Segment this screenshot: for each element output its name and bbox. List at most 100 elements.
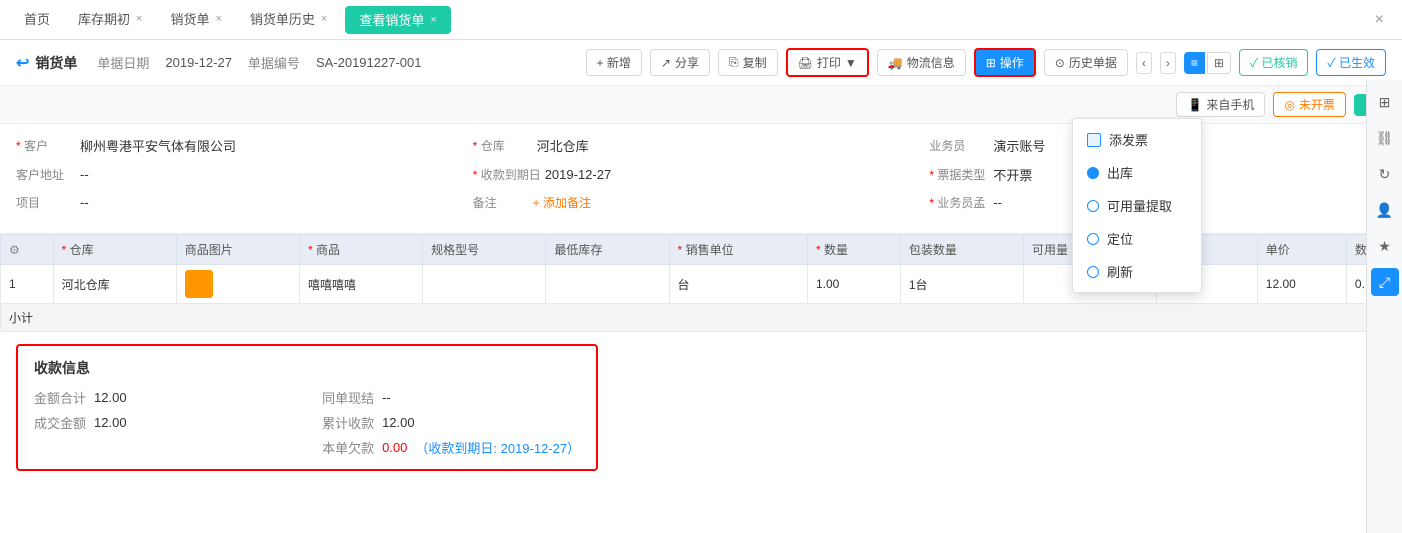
staff2-value: -- (993, 195, 1002, 210)
total-amount-label: 金额合计 (34, 388, 86, 407)
cell-qty: 1.00 (807, 265, 900, 304)
deal-amount-row: 成交金额 12.00 (34, 413, 292, 432)
sold-button[interactable]: ✓ 已核销 (1239, 49, 1309, 76)
customer-value: 柳州粤港平安气体有限公司 (80, 136, 236, 155)
refresh-label: 刷新 (1107, 262, 1133, 281)
sidebar-link-icon[interactable]: ⛓ (1371, 124, 1399, 152)
cell-min-stock (546, 265, 669, 304)
balance-note: （收款到期日: 2019-12-27） (415, 438, 580, 457)
close-tab-sales[interactable]: × (215, 13, 221, 25)
project-value: -- (80, 195, 89, 210)
close-tab-view-sales[interactable]: × (430, 14, 436, 26)
tab-home[interactable]: 首页 (10, 0, 64, 40)
cell-spec (423, 265, 546, 304)
view-grid-btn[interactable]: ⊞ (1207, 52, 1231, 74)
from-phone-btn[interactable]: 📱 来自手机 (1176, 92, 1265, 117)
tab-sales[interactable]: 销货单 × (156, 0, 235, 40)
gear-icon[interactable]: ⚙ (9, 243, 20, 257)
close-tab-inventory[interactable]: × (136, 13, 142, 25)
right-sidebar: ⊞ ⛓ ↻ 👤 ★ ⤢ (1366, 80, 1402, 533)
grid-icon: ⊞ (986, 56, 996, 70)
balance-value: 0.00 (382, 440, 407, 455)
history-icon: ⊙ (1055, 56, 1065, 70)
cell-index: 1 (1, 265, 54, 304)
payment-title: 收款信息 (34, 358, 580, 378)
menu-refresh[interactable]: 刷新 (1073, 255, 1201, 288)
view-toggle: ≡ ⊞ (1184, 52, 1231, 74)
ticket-type-label: 票据类型 (929, 166, 989, 183)
nav-prev[interactable]: ‹ (1136, 52, 1152, 74)
doc-meta: 单据日期 2019-12-27 单据编号 SA-20191227-001 (97, 53, 421, 72)
history-button[interactable]: ⊙ 历史单据 (1044, 49, 1128, 76)
same-order-label: 同单现结 (322, 388, 374, 407)
col-warehouse: 仓库 (53, 235, 176, 265)
menu-locate[interactable]: 定位 (1073, 222, 1201, 255)
cumulative-label: 累计收款 (322, 413, 374, 432)
doc-header: ↩ 销货单 单据日期 2019-12-27 单据编号 SA-20191227-0… (0, 40, 1402, 86)
menu-qty-extract[interactable]: 可用量提取 (1073, 189, 1201, 222)
locate-label: 定位 (1107, 229, 1133, 248)
ticket-icon: ◎ (1284, 98, 1294, 112)
subtotal-row: 小计 (1, 304, 1402, 332)
no-label: 单据编号 (248, 53, 300, 72)
tab-sales-history[interactable]: 销货单历史 × (236, 0, 341, 40)
customer-field: 客户 柳州粤港平安气体有限公司 (16, 136, 473, 155)
nav-next[interactable]: › (1160, 52, 1176, 74)
add-invoice-icon (1087, 133, 1101, 147)
deal-amount-label: 成交金额 (34, 413, 86, 432)
phone-icon: 📱 (1187, 98, 1202, 112)
balance-label: 本单欠款 (322, 438, 374, 457)
sidebar-layout-icon[interactable]: ⊞ (1371, 88, 1399, 116)
not-open-btn[interactable]: ◎ 未开票 (1273, 92, 1346, 117)
date-label: 单据日期 (97, 53, 149, 72)
close-all-tabs[interactable]: × (1367, 11, 1392, 29)
sidebar-expand-icon[interactable]: ⤢ (1371, 268, 1399, 296)
operation-button[interactable]: ⊞ 操作 (974, 48, 1036, 77)
tab-inventory[interactable]: 库存期初 × (64, 0, 156, 40)
doc-title-text: 销货单 (35, 53, 77, 73)
total-amount-value: 12.00 (94, 390, 127, 405)
add-note-btn[interactable]: + 添加备注 (533, 194, 591, 211)
col-product: 商品 (299, 235, 422, 265)
view-list-btn[interactable]: ≡ (1184, 52, 1205, 74)
tab-view-sales[interactable]: 查看销货单 × (345, 6, 450, 34)
menu-add-invoice[interactable]: 添发票 (1073, 123, 1201, 156)
share-button[interactable]: ↗ 分享 (650, 49, 710, 76)
sidebar-star-icon[interactable]: ★ (1371, 232, 1399, 260)
project-label: 项目 (16, 194, 76, 211)
locate-icon (1087, 233, 1099, 245)
share-icon: ↗ (661, 56, 671, 70)
refresh-icon (1087, 266, 1099, 278)
copy-icon: ⎘ (729, 55, 739, 70)
cell-image (176, 265, 299, 304)
project-field: 项目 -- (16, 194, 473, 211)
same-order-row: 同单现结 -- (322, 388, 580, 407)
col-unit: 销售单位 (669, 235, 807, 265)
warehouse-label: 仓库 (473, 137, 533, 154)
menu-outbound[interactable]: 出库 (1073, 156, 1201, 189)
truck-icon: 🚚 (888, 56, 903, 70)
new-button[interactable]: + 新增 (586, 49, 642, 76)
sidebar-rotate-icon[interactable]: ↻ (1371, 160, 1399, 188)
payment-date-label: 收款到期日 (473, 166, 541, 183)
close-tab-sales-history[interactable]: × (321, 13, 327, 25)
payment-date-value: 2019-12-27 (545, 167, 612, 182)
doc-actions: + 新增 ↗ 分享 ⎘ 复制 🖨 打印 ▼ 🚚 物流信息 (586, 48, 1386, 77)
payment-section: 收款信息 金额合计 12.00 同单现结 -- 成交金额 12.00 累计收款 … (16, 344, 598, 471)
col-spec: 规格型号 (423, 235, 546, 265)
customer-label: 客户 (16, 137, 76, 154)
col-pack-qty: 包装数量 (900, 235, 1023, 265)
date-value: 2019-12-27 (165, 55, 232, 70)
sidebar-user-icon[interactable]: 👤 (1371, 196, 1399, 224)
deal-amount-value: 12.00 (94, 415, 127, 430)
doc-icon: ↩ (16, 53, 29, 73)
cell-pack-qty: 1台 (900, 265, 1023, 304)
col-settings[interactable]: ⚙ (1, 235, 54, 265)
staff-value: 演示账号 (993, 136, 1045, 155)
copy-button[interactable]: ⎘ 复制 (718, 49, 778, 76)
total-amount-row: 金额合计 12.00 (34, 388, 292, 407)
print-button[interactable]: 🖨 打印 ▼ (786, 48, 869, 77)
add-invoice-label: 添发票 (1109, 130, 1148, 149)
effective-button[interactable]: ✓ 已生效 (1316, 49, 1386, 76)
logistics-button[interactable]: 🚚 物流信息 (877, 49, 966, 76)
